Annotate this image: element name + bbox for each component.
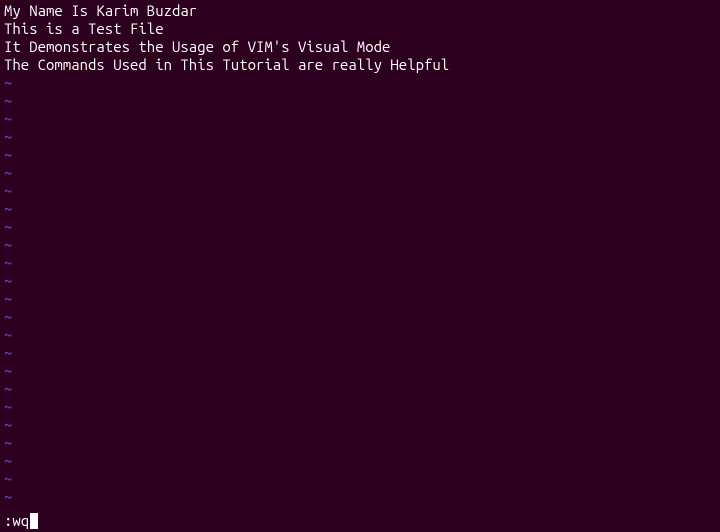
empty-line-tilde: ~ (4, 128, 716, 146)
empty-line-tilde: ~ (4, 146, 716, 164)
empty-line-tilde: ~ (4, 380, 716, 398)
empty-line-tilde: ~ (4, 416, 716, 434)
empty-line-tilde: ~ (4, 182, 716, 200)
empty-line-tilde: ~ (4, 272, 716, 290)
empty-line-tilde: ~ (4, 290, 716, 308)
empty-line-tilde: ~ (4, 200, 716, 218)
empty-line-tilde: ~ (4, 92, 716, 110)
empty-line-tilde: ~ (4, 164, 716, 182)
command-text: :wq (4, 512, 29, 530)
cursor-block (30, 513, 38, 529)
empty-line-tilde: ~ (4, 236, 716, 254)
empty-line-tilde: ~ (4, 110, 716, 128)
empty-line-tilde: ~ (4, 434, 716, 452)
buffer-line[interactable]: The Commands Used in This Tutorial are r… (4, 56, 716, 74)
command-line[interactable]: :wq (4, 512, 716, 530)
empty-line-tilde: ~ (4, 488, 716, 506)
empty-line-tilde: ~ (4, 398, 716, 416)
empty-line-tilde: ~ (4, 470, 716, 488)
buffer-line[interactable]: It Demonstrates the Usage of VIM's Visua… (4, 38, 716, 56)
buffer-line[interactable]: My Name Is Karim Buzdar (4, 2, 716, 20)
empty-line-tilde: ~ (4, 344, 716, 362)
empty-line-tilde: ~ (4, 326, 716, 344)
empty-line-tilde: ~ (4, 308, 716, 326)
editor-buffer[interactable]: My Name Is Karim Buzdar This is a Test F… (4, 2, 716, 512)
buffer-line[interactable]: This is a Test File (4, 20, 716, 38)
empty-line-tilde: ~ (4, 218, 716, 236)
empty-line-tilde: ~ (4, 452, 716, 470)
empty-line-tilde: ~ (4, 254, 716, 272)
empty-line-tilde: ~ (4, 362, 716, 380)
empty-line-tilde: ~ (4, 74, 716, 92)
